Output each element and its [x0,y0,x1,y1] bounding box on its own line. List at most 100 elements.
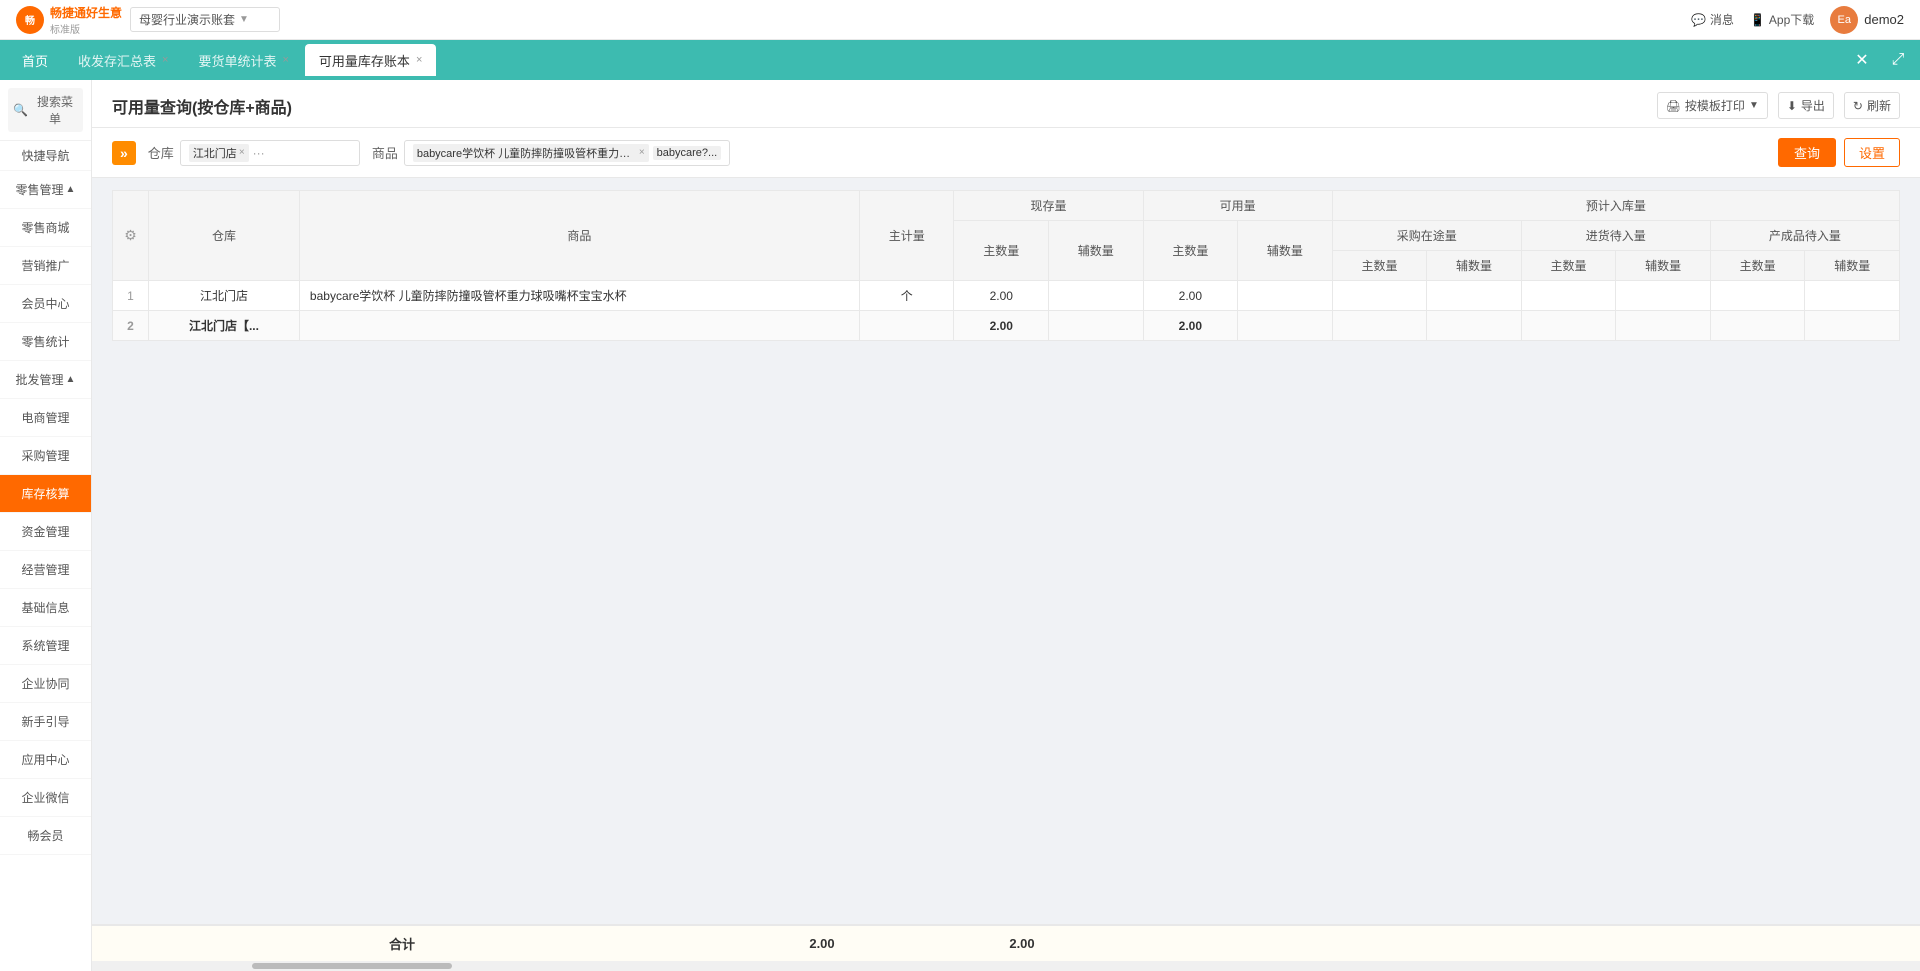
page-actions: 🖨 按模板打印 ▼ ⬇ 导出 ↻ 刷新 [1657,92,1900,119]
tab-available-inventory-close[interactable]: × [416,54,422,66]
sidebar-item-retail-mgmt-label: 零售管理 [16,181,64,198]
row-2-purchase-aux [1427,311,1522,341]
tab-available-inventory[interactable]: 可用量库存账本 × [305,44,436,76]
sidebar-item-marketing[interactable]: 营销推广 [0,247,91,285]
sidebar-item-ecommerce[interactable]: 电商管理 [0,399,91,437]
filter-area: » 仓库 江北门店 × ··· 商品 babycare学饮杯 儿童防摔防撞吸管杯… [92,128,1920,178]
col-prod-aux-header: 辅数量 [1805,251,1900,281]
top-bar-right: 💬 消息 📱 App下载 Ea demo2 [1691,6,1904,34]
tab-receivables-close[interactable]: × [162,54,168,66]
row-1-avail-main: 2.00 [1143,281,1238,311]
warehouse-filter-ellipsis[interactable]: ··· [253,146,265,160]
sidebar-item-enterprise[interactable]: 企业协同 [0,665,91,703]
row-2-prod-aux [1805,311,1900,341]
goods-filter-box[interactable]: babycare学饮杯 儿童防摔防撞吸管杯重力球吸嘴杯宝宝水杯 × babyca… [404,140,730,166]
tab-receivables[interactable]: 收发存汇总表 × [64,44,182,76]
sidebar-item-operations[interactable]: 经营管理 [0,551,91,589]
col-stock-main-header: 主数量 [954,221,1049,281]
chevron-icon-2: ▲ [66,374,76,385]
message-btn[interactable]: 💬 消息 [1691,11,1734,28]
warehouse-tag-value: 江北门店 [193,145,237,161]
goods-tag-1-value: babycare学饮杯 儿童防摔防撞吸管杯重力球吸嘴杯宝宝水杯 [417,145,637,161]
sidebar-item-newbie[interactable]: 新手引导 [0,703,91,741]
sidebar-item-member-pro[interactable]: 畅会员 [0,817,91,855]
sidebar-item-basic-info[interactable]: 基础信息 [0,589,91,627]
nav-expand-btn[interactable]: ⤢ [1884,46,1912,74]
tab-purchase-stats[interactable]: 要货单统计表 × [184,44,302,76]
tab-home[interactable]: 首页 [8,44,62,76]
row-1-stock-aux [1049,281,1144,311]
sidebar-item-app-center[interactable]: 应用中心 [0,741,91,779]
nav-close-btn[interactable]: ✕ [1848,46,1876,74]
sidebar-item-enterprise-wechat[interactable]: 企业微信 [0,779,91,817]
goods-tag-2-value: babycare?... [657,147,718,159]
col-avail-main-header: 主数量 [1143,221,1238,281]
table-container: ⚙ 仓库 商品 主计量 现存量 可用量 预计入库量 主数量 辅数量 主数量 辅数… [92,178,1920,924]
search-menu-label: 搜索菜单 [32,93,78,127]
col-planned-in-header: 预计入库量 [1332,191,1899,221]
table-header-row-1: ⚙ 仓库 商品 主计量 现存量 可用量 预计入库量 [113,191,1900,221]
quick-nav-label: 快捷导航 [21,149,69,163]
sidebar-item-retail-mall[interactable]: 零售商城 [0,209,91,247]
warehouse-filter: 仓库 江北门店 × ··· [148,140,360,166]
sidebar-item-member-center-label: 会员中心 [21,295,69,312]
row-1-purchase-aux [1427,281,1522,311]
settings-btn[interactable]: 设置 [1844,138,1900,167]
col-current-stock-header: 现存量 [954,191,1143,221]
footer-avail-main: 2.00 [972,936,1072,951]
sidebar-item-purchase[interactable]: 采购管理 [0,437,91,475]
quick-nav-btn[interactable]: 快捷导航 [0,141,91,171]
logo-text: 畅捷通好生意 [50,4,122,21]
row-1-purchase-main [1332,281,1427,311]
row-2-stock-aux [1049,311,1144,341]
row-2-goods [299,311,859,341]
row-1-warehouse: 江北门店 [149,281,300,311]
col-production-pending-header: 产成品待入量 [1710,221,1899,251]
sidebar-item-wholesale-mgmt[interactable]: 批发管理 ▲ [0,361,91,399]
sidebar-item-inventory[interactable]: 库存核算 [0,475,91,513]
main-layout: 🔍 搜索菜单 快捷导航 零售管理 ▲ 零售商城 营销推广 会员中心 零售统计 批… [0,80,1920,971]
search-menu-btn[interactable]: 🔍 搜索菜单 [8,88,83,132]
gear-icon[interactable]: ⚙ [124,227,137,243]
scroll-thumb[interactable] [252,963,452,969]
col-arrival-pending-header: 进货待入量 [1521,221,1710,251]
goods-tag-1-remove[interactable]: × [639,147,645,158]
sidebar-item-retail-stats[interactable]: 零售统计 [0,323,91,361]
table-row: 1 江北门店 babycare学饮杯 儿童防摔防撞吸管杯重力球吸嘴杯宝宝水杯 个… [113,281,1900,311]
message-icon: 💬 [1691,13,1706,27]
sidebar-item-finance[interactable]: 资金管理 [0,513,91,551]
warehouse-tag: 江北门店 × [189,144,249,162]
tab-available-inventory-label: 可用量库存账本 [319,51,410,70]
col-purchase-transit-header: 采购在途量 [1332,221,1521,251]
export-btn[interactable]: ⬇ 导出 [1778,92,1834,119]
row-1-unit: 个 [859,281,954,311]
row-2-warehouse: 江北门店【... [149,311,300,341]
row-2-num: 2 [113,311,149,341]
row-2-avail-main: 2.00 [1143,311,1238,341]
sidebar-item-retail-mgmt[interactable]: 零售管理 ▲ [0,171,91,209]
footer-stock-main: 2.00 [772,936,872,951]
warehouse-tag-remove[interactable]: × [239,147,245,158]
row-1-stock-main: 2.00 [954,281,1049,311]
user-area[interactable]: Ea demo2 [1830,6,1904,34]
row-1-num: 1 [113,281,149,311]
filter-toggle-btn[interactable]: » [112,141,136,165]
app-download-btn[interactable]: 📱 App下载 [1750,11,1814,28]
industry-selector[interactable]: 母婴行业演示账套 ▼ [130,7,280,32]
table-body: 1 江北门店 babycare学饮杯 儿童防摔防撞吸管杯重力球吸嘴杯宝宝水杯 个… [113,281,1900,341]
logo-sub: 标准版 [50,21,122,36]
print-btn[interactable]: 🖨 按模板打印 ▼ [1657,92,1768,119]
col-prod-main-header: 主数量 [1710,251,1805,281]
sidebar-item-member-center[interactable]: 会员中心 [0,285,91,323]
sidebar-item-enterprise-label: 企业协同 [21,675,69,692]
tab-purchase-stats-close[interactable]: × [282,54,288,66]
refresh-btn[interactable]: ↻ 刷新 [1844,92,1900,119]
sidebar-item-system[interactable]: 系统管理 [0,627,91,665]
col-unit-header: 主计量 [859,191,954,281]
query-btn[interactable]: 查询 [1778,138,1836,167]
logo-initials: 畅 [25,12,35,27]
sidebar-item-purchase-label: 采购管理 [21,447,69,464]
col-settings-header: ⚙ [113,191,149,281]
row-1-arrival-aux [1616,281,1711,311]
warehouse-filter-box[interactable]: 江北门店 × ··· [180,140,360,166]
